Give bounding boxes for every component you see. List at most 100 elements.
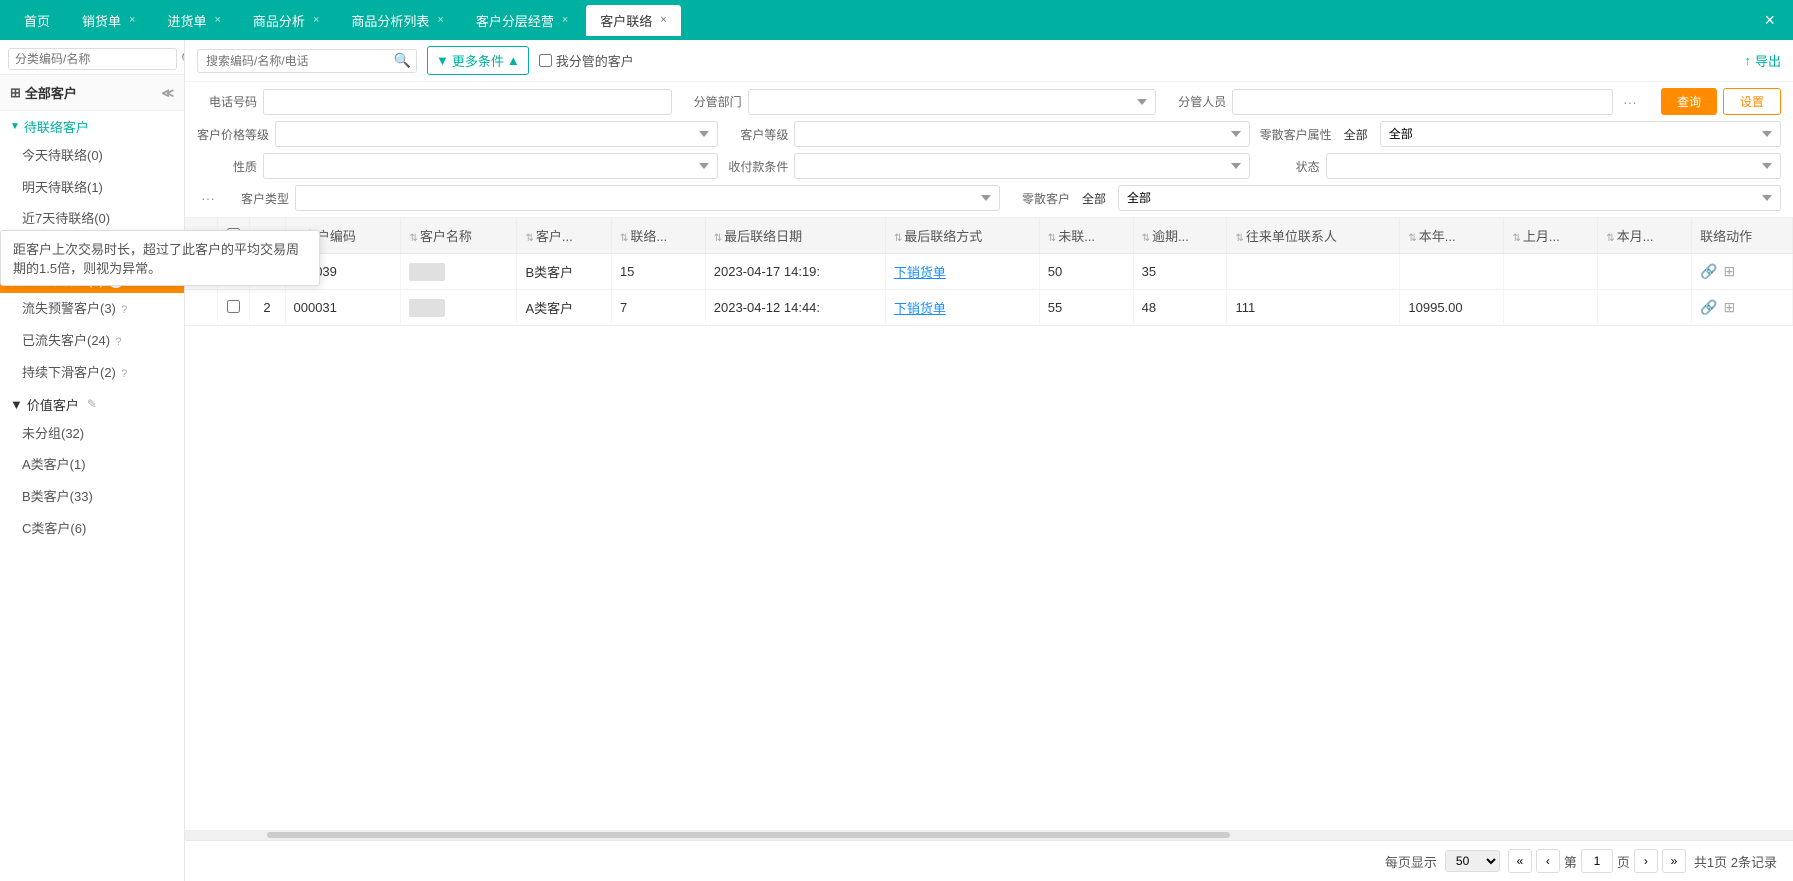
person-input[interactable] bbox=[1232, 89, 1613, 115]
customer-level-select[interactable] bbox=[794, 121, 1249, 147]
top-nav: 首页 销货单 × 进货单 × 商品分析 × 商品分析列表 × 客户分层经营 × … bbox=[0, 0, 1793, 40]
search-icon[interactable]: 🔍 bbox=[394, 52, 411, 69]
col-overdue[interactable]: 逾期... bbox=[1133, 218, 1227, 254]
col-last-month[interactable]: 上月... bbox=[1504, 218, 1598, 254]
sidebar-group-value-customers[interactable]: ▼ 价值客户 ✎ bbox=[0, 389, 184, 418]
tab-sales-close[interactable]: × bbox=[129, 14, 135, 26]
price-level-select[interactable] bbox=[275, 121, 718, 147]
horizontal-scrollbar[interactable] bbox=[185, 830, 1793, 840]
main-layout: 🔍 ⊞ 全部客户 ≪ ▼ 待联络客户 今天待联络(0) 明天待联络(1) 近7天… bbox=[0, 40, 1793, 881]
tab-purchase[interactable]: 进货单 × bbox=[153, 5, 234, 36]
retail-attr-select[interactable]: 全部 bbox=[1380, 121, 1781, 147]
info-icon-declining: ? bbox=[121, 368, 127, 380]
filter-field-price-level: 客户价格等级 bbox=[197, 121, 718, 147]
customer-type-select[interactable] bbox=[295, 185, 1000, 211]
row1-link-icon[interactable]: 🔗 bbox=[1700, 263, 1717, 280]
settings-button[interactable]: 设置 bbox=[1723, 88, 1781, 115]
nature-select[interactable] bbox=[263, 153, 718, 179]
person-dots-button[interactable]: ··· bbox=[1619, 94, 1641, 110]
filter-row-2: 客户价格等级 客户等级 零散客户属性 全部 全部 bbox=[197, 121, 1781, 147]
status-label: 状态 bbox=[1260, 158, 1320, 175]
prev-page-button[interactable]: ‹ bbox=[1536, 849, 1560, 873]
status-select[interactable] bbox=[1326, 153, 1781, 179]
tab-analysis[interactable]: 商品分析 × bbox=[239, 5, 333, 36]
row2-last-contact-date: 2023-04-12 14:44: bbox=[705, 290, 885, 326]
sidebar-group-pending-contact[interactable]: ▼ 待联络客户 bbox=[0, 111, 184, 140]
sidebar-item-churn-warning[interactable]: 流失预警客户(3) ? bbox=[0, 293, 184, 325]
tab-customer-segment[interactable]: 客户分层经营 × bbox=[462, 5, 582, 36]
retail-attr-value: 全部 bbox=[1338, 126, 1374, 143]
row2-contact-method-link[interactable]: 下销货单 bbox=[894, 301, 946, 316]
row4-dots[interactable]: ··· bbox=[197, 190, 219, 206]
sidebar-item-today-contact[interactable]: 今天待联络(0) bbox=[0, 140, 184, 172]
row1-grid-icon[interactable]: ⊞ bbox=[1724, 263, 1736, 280]
phone-label: 电话号码 bbox=[197, 93, 257, 110]
filter-field-retail-attr: 零散客户属性 全部 全部 bbox=[1260, 121, 1781, 147]
scroll-thumb[interactable] bbox=[267, 832, 1229, 838]
row2-checkbox bbox=[217, 290, 249, 326]
col-contact-person[interactable]: 往来单位联系人 bbox=[1227, 218, 1400, 254]
tab-home[interactable]: 首页 bbox=[10, 5, 64, 36]
row2-link-icon[interactable]: 🔗 bbox=[1700, 299, 1717, 316]
export-button[interactable]: ↑ 导出 bbox=[1744, 51, 1781, 70]
tab-customer-contact-close[interactable]: × bbox=[660, 14, 666, 26]
col-name[interactable]: 客户名称 bbox=[401, 218, 517, 254]
query-button[interactable]: 查询 bbox=[1661, 88, 1717, 115]
search-wrap: 🔍 bbox=[197, 49, 417, 73]
sidebar-all-customers-header[interactable]: ⊞ 全部客户 ≪ bbox=[0, 75, 184, 111]
arrow-down-icon-2: ▼ bbox=[10, 397, 23, 412]
row1-contact-method-link[interactable]: 下销货单 bbox=[894, 265, 946, 280]
sidebar-item-a-class[interactable]: A类客户(1) bbox=[0, 449, 184, 481]
col-last-contact-date[interactable]: 最后联络日期 bbox=[705, 218, 885, 254]
page-number-input[interactable] bbox=[1581, 849, 1613, 873]
col-last-contact-method[interactable]: 最后联络方式 bbox=[885, 218, 1039, 254]
filter-field-dept: 分管部门 bbox=[682, 89, 1157, 115]
tab-sales[interactable]: 销货单 × bbox=[68, 5, 149, 36]
sidebar-item-churned[interactable]: 已流失客户(24) ? bbox=[0, 325, 184, 357]
per-page-select[interactable]: 50 100 200 bbox=[1445, 850, 1500, 872]
sidebar-item-c-class[interactable]: C类客户(6) bbox=[0, 513, 184, 545]
sidebar-item-declining[interactable]: 持续下滑客户(2) ? bbox=[0, 357, 184, 389]
filter-icon: ▼ bbox=[436, 53, 449, 68]
first-page-button[interactable]: « bbox=[1508, 849, 1532, 873]
tab-analysis-close[interactable]: × bbox=[313, 14, 319, 26]
col-type[interactable]: 客户... bbox=[517, 218, 611, 254]
tab-analysis-list-close[interactable]: × bbox=[437, 14, 443, 26]
tab-purchase-close[interactable]: × bbox=[214, 14, 220, 26]
sidebar-item-b-class[interactable]: B类客户(33) bbox=[0, 481, 184, 513]
edit-icon[interactable]: ✎ bbox=[87, 397, 97, 411]
sidebar: 🔍 ⊞ 全部客户 ≪ ▼ 待联络客户 今天待联络(0) 明天待联络(1) 近7天… bbox=[0, 40, 185, 881]
tab-customer-contact[interactable]: 客户联络 × bbox=[586, 5, 680, 36]
last-page-button[interactable]: » bbox=[1662, 849, 1686, 873]
more-conditions-button[interactable]: ▼ 更多条件 ▲ bbox=[427, 46, 529, 75]
sidebar-collapse-button[interactable]: ≪ bbox=[161, 86, 174, 100]
pagination-controls: « ‹ 第 页 › » bbox=[1508, 849, 1686, 873]
sidebar-search-input[interactable] bbox=[8, 48, 177, 70]
payment-select[interactable] bbox=[794, 153, 1249, 179]
sidebar-item-unassigned[interactable]: 未分组(32) bbox=[0, 418, 184, 450]
chevron-up-icon: ▲ bbox=[507, 53, 520, 68]
row1-last-month bbox=[1504, 254, 1598, 290]
phone-input[interactable] bbox=[263, 89, 672, 115]
row2-action-icons: 🔗 ⊞ bbox=[1700, 299, 1784, 316]
close-all-tabs-button[interactable]: × bbox=[1756, 10, 1783, 31]
col-contact[interactable]: 联络... bbox=[611, 218, 705, 254]
filter-rows: 电话号码 分管部门 分管人员 ··· 查询 设置 bbox=[185, 82, 1793, 218]
retail-select[interactable]: 全部 bbox=[1118, 185, 1781, 211]
my-customers-checkbox-label[interactable]: 我分管的客户 bbox=[539, 51, 634, 70]
customer-search-input[interactable] bbox=[197, 49, 417, 73]
sidebar-item-tomorrow-contact[interactable]: 明天待联络(1) bbox=[0, 172, 184, 204]
tab-customer-segment-close[interactable]: × bbox=[562, 14, 568, 26]
col-this-month[interactable]: 本月... bbox=[1598, 218, 1692, 254]
row2-grid-icon[interactable]: ⊞ bbox=[1724, 299, 1736, 316]
person-label: 分管人员 bbox=[1166, 93, 1226, 110]
dept-select[interactable] bbox=[748, 89, 1157, 115]
col-this-year[interactable]: 本年... bbox=[1400, 218, 1504, 254]
my-customers-checkbox[interactable] bbox=[539, 54, 552, 67]
retail-value: 全部 bbox=[1076, 190, 1112, 207]
tab-analysis-list[interactable]: 商品分析列表 × bbox=[337, 5, 457, 36]
filter-field-customer-type: 客户类型 bbox=[229, 185, 1000, 211]
row2-select[interactable] bbox=[227, 300, 240, 313]
col-uncontacted[interactable]: 未联... bbox=[1039, 218, 1133, 254]
next-page-button[interactable]: › bbox=[1634, 849, 1658, 873]
